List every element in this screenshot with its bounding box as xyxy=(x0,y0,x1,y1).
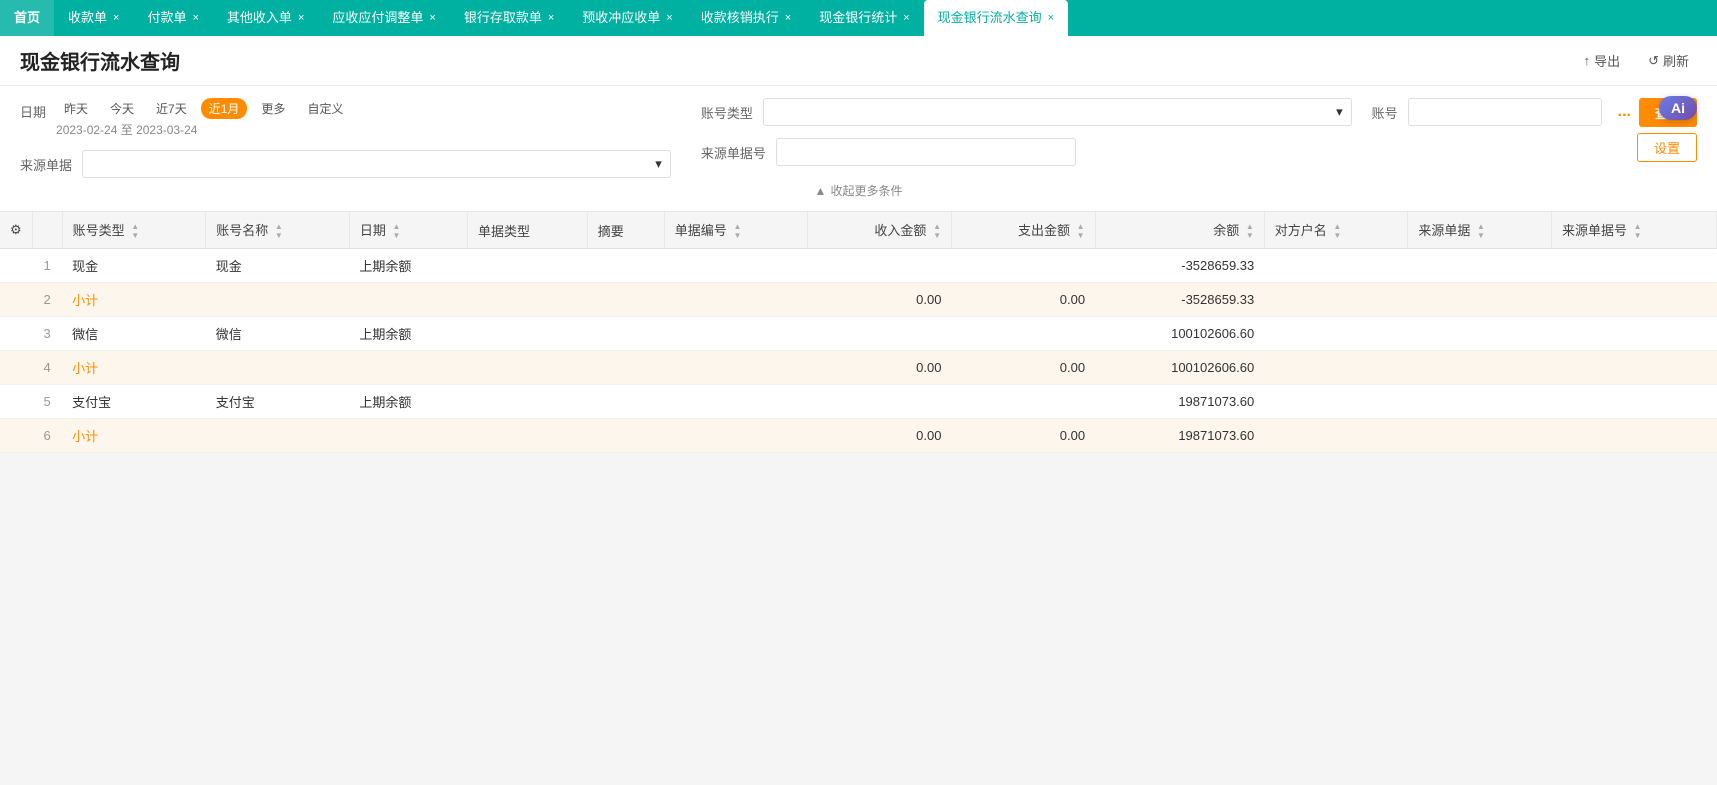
nav-payment-close[interactable]: × xyxy=(192,0,198,36)
source-doc-no-label: 来源单据号 xyxy=(701,143,766,162)
filter-main-row: 日期 昨天 今天 近7天 近1月 更多 自定义 2023-02-24 至 202… xyxy=(20,98,1697,178)
nav-cash-bank-stat-close[interactable]: × xyxy=(903,0,909,36)
nav-cash-bank-flow-close[interactable]: × xyxy=(1048,0,1054,36)
date-label: 日期 xyxy=(20,102,46,121)
collapse-up-icon: ▲ xyxy=(815,184,827,198)
sort-counterpart-icon: ▲▼ xyxy=(1333,223,1341,241)
th-balance[interactable]: 余额 ▲▼ xyxy=(1095,212,1264,249)
th-counterpart[interactable]: 对方户名 ▲▼ xyxy=(1264,212,1408,249)
th-account-type[interactable]: 账号类型 ▲▼ xyxy=(62,212,206,249)
nav-bank-deposit[interactable]: 银行存取款单 × xyxy=(450,0,568,36)
refresh-button[interactable]: ↺ 刷新 xyxy=(1640,47,1697,74)
account-type-label: 账号类型 xyxy=(701,103,753,122)
date-opt-custom[interactable]: 自定义 xyxy=(299,98,351,119)
nav-other-income-close[interactable]: × xyxy=(298,0,304,36)
table-row[interactable]: 5支付宝支付宝上期余额19871073.60 xyxy=(0,385,1717,419)
date-range: 2023-02-24 至 2023-03-24 xyxy=(56,121,351,138)
account-dots-button[interactable]: ... xyxy=(1612,103,1637,121)
th-source-doc[interactable]: 来源单据 ▲▼ xyxy=(1408,212,1552,249)
th-source-doc-no[interactable]: 来源单据号 ▲▼ xyxy=(1551,212,1716,249)
table-row[interactable]: 1现金现金上期余额-3528659.33 xyxy=(0,249,1717,283)
page-title: 现金银行流水查询 xyxy=(20,46,180,75)
source-doc-chevron-icon: ▾ xyxy=(655,156,662,172)
account-label: 账号 xyxy=(1372,103,1398,122)
date-opt-yesterday[interactable]: 昨天 xyxy=(56,98,96,119)
top-nav: 首页 收款单 × 付款单 × 其他收入单 × 应收应付调整单 × 银行存取款单 … xyxy=(0,0,1717,36)
th-income[interactable]: 收入金额 ▲▼ xyxy=(808,212,952,249)
th-summary: 摘要 xyxy=(587,212,664,249)
table-row[interactable]: 2小计0.000.00-3528659.33 xyxy=(0,283,1717,317)
date-opt-1month[interactable]: 近1月 xyxy=(201,98,248,119)
sort-balance-icon: ▲▼ xyxy=(1246,223,1254,241)
source-doc-label: 来源单据 xyxy=(20,155,72,174)
nav-receipt[interactable]: 收款单 × xyxy=(54,0,133,36)
date-opt-more[interactable]: 更多 xyxy=(253,98,293,119)
sort-source-doc-no-icon: ▲▼ xyxy=(1634,223,1642,241)
page-header: 现金银行流水查询 ↑ 导出 ↺ 刷新 xyxy=(0,36,1717,86)
table-container: ⚙ 账号类型 ▲▼ 账号名称 ▲▼ 日期 ▲▼ 单据类型 摘要 单 xyxy=(0,212,1717,453)
account-type-chevron-icon: ▾ xyxy=(1336,104,1343,120)
table-settings-icon[interactable]: ⚙ xyxy=(10,222,22,237)
th-date[interactable]: 日期 ▲▼ xyxy=(349,212,467,249)
source-doc-select[interactable]: ▾ xyxy=(82,150,671,178)
nav-advance-offset[interactable]: 预收冲应收单 × xyxy=(568,0,686,36)
refresh-icon: ↺ xyxy=(1648,53,1659,69)
account-input[interactable] xyxy=(1408,98,1602,126)
filter-left: 日期 昨天 今天 近7天 近1月 更多 自定义 2023-02-24 至 202… xyxy=(20,98,671,178)
sort-income-icon: ▲▼ xyxy=(933,223,941,241)
nav-payment[interactable]: 付款单 × xyxy=(133,0,212,36)
filter-middle: 账号类型 ▾ 来源单据号 xyxy=(671,98,1352,166)
export-button[interactable]: ↑ 导出 xyxy=(1576,47,1629,74)
data-table: ⚙ 账号类型 ▲▼ 账号名称 ▲▼ 日期 ▲▼ 单据类型 摘要 单 xyxy=(0,212,1717,453)
collapse-bar: ▲ 收起更多条件 xyxy=(20,182,1697,199)
nav-home[interactable]: 首页 xyxy=(0,0,54,36)
th-num xyxy=(32,212,62,249)
date-options: 昨天 今天 近7天 近1月 更多 自定义 xyxy=(56,98,351,119)
sort-account-name-icon: ▲▼ xyxy=(275,223,283,241)
nav-cash-bank-stat[interactable]: 现金银行统计 × xyxy=(805,0,923,36)
nav-write-off[interactable]: 收款核销执行 × xyxy=(687,0,805,36)
table-row[interactable]: 6小计0.000.0019871073.60 xyxy=(0,419,1717,453)
settings-button[interactable]: 设置 xyxy=(1637,133,1697,162)
source-doc-no-input[interactable] xyxy=(776,138,1076,166)
nav-ar-ap-adjust-close[interactable]: × xyxy=(429,0,435,36)
th-account-name[interactable]: 账号名称 ▲▼ xyxy=(206,212,350,249)
ai-button[interactable]: Ai xyxy=(1659,96,1697,120)
nav-receipt-close[interactable]: × xyxy=(113,0,119,36)
sort-doc-no-icon: ▲▼ xyxy=(733,223,741,241)
th-doc-no[interactable]: 单据编号 ▲▼ xyxy=(664,212,808,249)
nav-other-income[interactable]: 其他收入单 × xyxy=(213,0,318,36)
th-doc-type: 单据类型 xyxy=(467,212,587,249)
sort-expense-icon: ▲▼ xyxy=(1077,223,1085,241)
date-opt-7days[interactable]: 近7天 xyxy=(148,98,195,119)
account-type-select[interactable]: ▾ xyxy=(763,98,1352,126)
sort-source-doc-icon: ▲▼ xyxy=(1477,223,1485,241)
nav-advance-offset-close[interactable]: × xyxy=(666,0,672,36)
collapse-button[interactable]: ▲ 收起更多条件 xyxy=(815,182,903,199)
date-opt-today[interactable]: 今天 xyxy=(102,98,142,119)
th-settings[interactable]: ⚙ xyxy=(0,212,32,249)
table-row[interactable]: 3微信微信上期余额100102606.60 xyxy=(0,317,1717,351)
nav-ar-ap-adjust[interactable]: 应收应付调整单 × xyxy=(318,0,449,36)
filter-area: 日期 昨天 今天 近7天 近1月 更多 自定义 2023-02-24 至 202… xyxy=(0,86,1717,212)
sort-date-icon: ▲▼ xyxy=(392,223,400,241)
th-expense[interactable]: 支出金额 ▲▼ xyxy=(951,212,1095,249)
export-icon: ↑ xyxy=(1584,53,1591,68)
nav-cash-bank-flow[interactable]: 现金银行流水查询 × xyxy=(924,0,1068,36)
nav-bank-deposit-close[interactable]: × xyxy=(548,0,554,36)
header-actions: ↑ 导出 ↺ 刷新 xyxy=(1576,47,1697,74)
sort-account-type-icon: ▲▼ xyxy=(131,223,139,241)
nav-write-off-close[interactable]: × xyxy=(785,0,791,36)
table-row[interactable]: 4小计0.000.00100102606.60 xyxy=(0,351,1717,385)
